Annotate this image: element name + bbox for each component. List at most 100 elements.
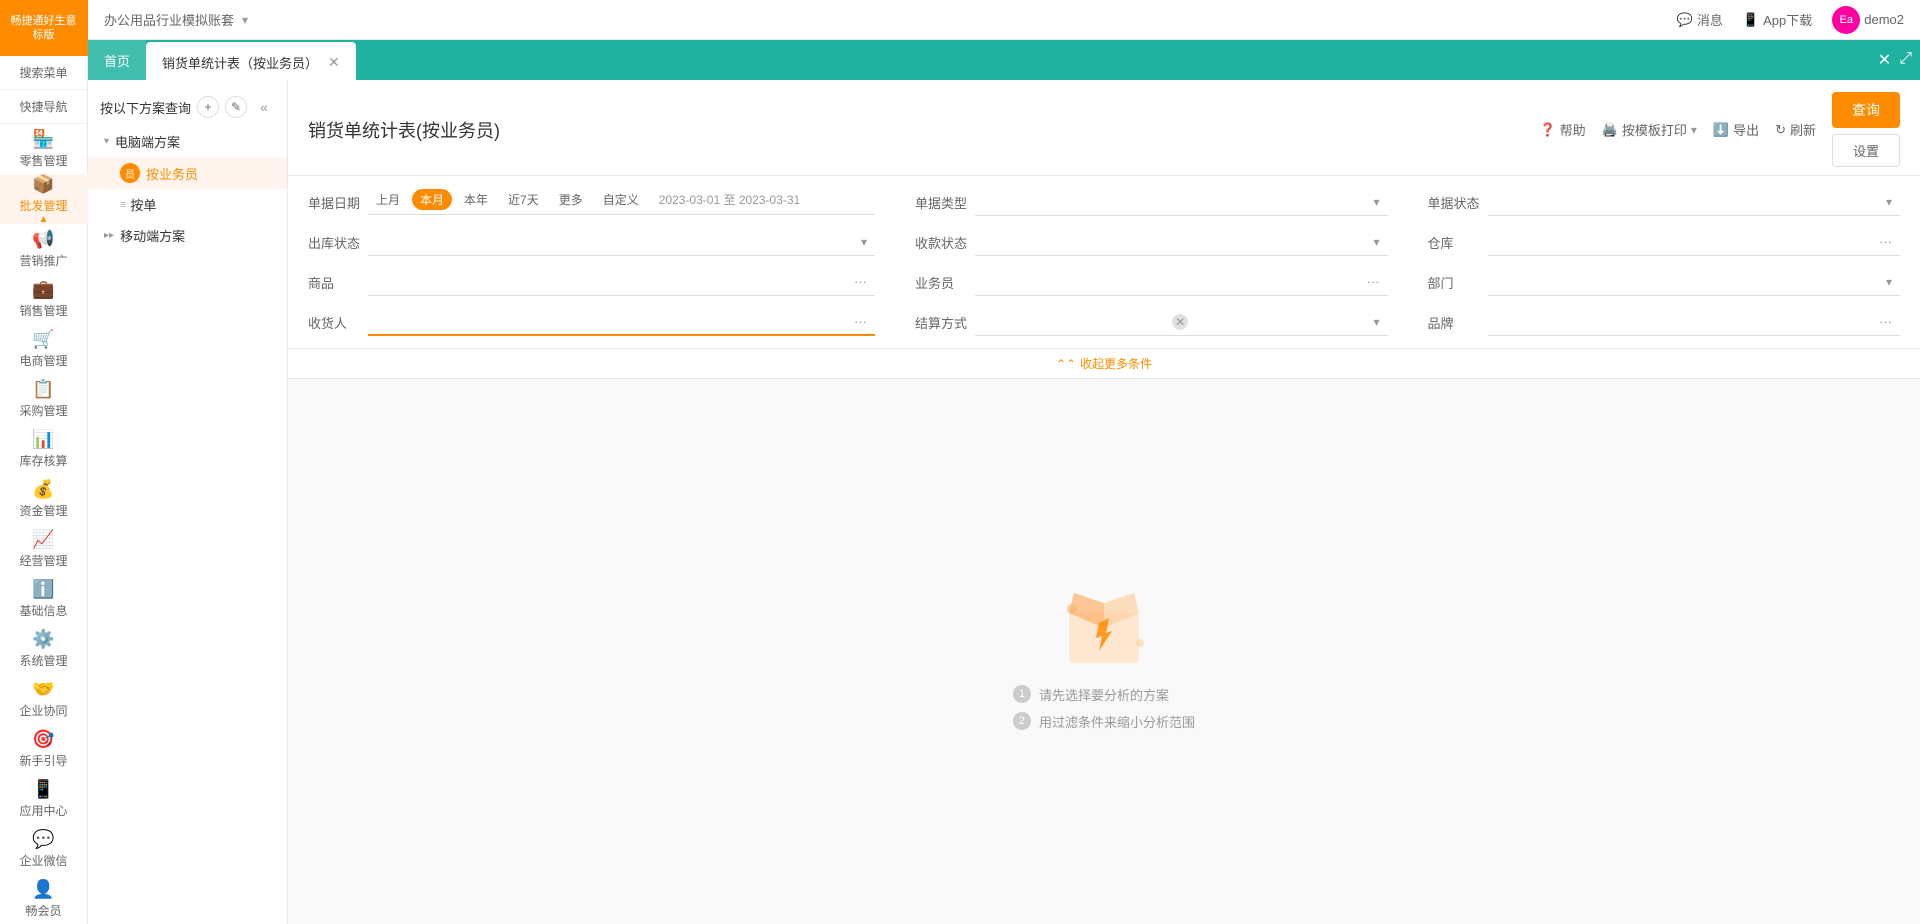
- export-label: 导出: [1733, 120, 1759, 139]
- sidebar-item-wholesale[interactable]: 📦 批发管理 ▲: [0, 174, 88, 224]
- help-btn[interactable]: ❓ 帮助: [1539, 120, 1585, 139]
- edit-scheme-btn[interactable]: ✎: [225, 96, 247, 118]
- sidebar-item-marketing[interactable]: 📢 营销推广: [0, 224, 88, 274]
- filter-row-2: 出库状态 收款状态: [308, 228, 1900, 256]
- newuser-icon: 🎯: [32, 729, 54, 750]
- filter-receiver: 收货人 ···: [308, 308, 875, 336]
- date-7days[interactable]: 近7天: [500, 189, 547, 210]
- wechat-label: 企业微信: [19, 852, 67, 869]
- sidebar-item-inventory[interactable]: 📊 库存核算: [0, 424, 88, 474]
- retail-icon: 🏪: [32, 129, 54, 150]
- topbar-dropdown-icon[interactable]: [242, 12, 248, 27]
- right-panel: 销货单统计表(按业务员) ❓ 帮助 🖨️ 按模板打印 ⬇️ 导出: [288, 80, 1920, 924]
- print-btn[interactable]: 🖨️ 按模板打印: [1602, 120, 1697, 139]
- settlement-clear-btn[interactable]: ✕: [1172, 314, 1188, 330]
- active-scheme-label: 按业务员: [146, 164, 198, 183]
- empty-tip-2: 2 用过滤条件来缩小分析范围: [1013, 712, 1195, 731]
- date-this-month[interactable]: 本月: [412, 189, 452, 210]
- collapse-label: 收起更多条件: [1080, 355, 1152, 372]
- query-button[interactable]: 查询: [1832, 92, 1900, 128]
- tree-desktop-scheme[interactable]: ▾ 电脑端方案: [88, 126, 287, 157]
- doc-status-chevron: [1886, 194, 1892, 209]
- tab-close-icon[interactable]: ✕: [328, 54, 340, 71]
- tree-sub-scheme[interactable]: ≡ 按单: [88, 189, 287, 220]
- app-download-btn[interactable]: 📱 App下载: [1743, 10, 1812, 29]
- filter-row-1: 单据日期 上月 本月 本年 近7天 更多 自定义 2023-03-01 至 20…: [308, 188, 1900, 216]
- tab-minimize-icon[interactable]: ✕: [1878, 50, 1891, 70]
- sidebar-nav-label[interactable]: 快捷导航: [0, 90, 88, 124]
- sidebar: 畅捷通好生意 标版 搜索菜单 快捷导航 🏪 零售管理 📦 批发管理 ▲ 📢 营销…: [0, 0, 88, 924]
- settlement-select[interactable]: ✕: [975, 308, 1388, 336]
- settlement-chevron: [1373, 314, 1379, 329]
- tab-home[interactable]: 首页: [88, 40, 146, 80]
- refresh-btn[interactable]: ↻ 刷新: [1775, 120, 1816, 139]
- brand-dots: ···: [1879, 314, 1892, 329]
- add-icon: +: [204, 100, 211, 114]
- wholesale-label: 批发管理: [19, 197, 67, 214]
- tip-num-2: 2: [1013, 712, 1031, 730]
- sidebar-item-ecommerce[interactable]: 🛒 电商管理: [0, 324, 88, 374]
- print-dropdown-icon[interactable]: [1691, 122, 1697, 137]
- sidebar-item-newuser[interactable]: 🎯 新手引导: [0, 724, 88, 774]
- tip-num-1: 1: [1013, 685, 1031, 703]
- collapse-filters-btn[interactable]: ⌃⌃ 收起更多条件: [288, 349, 1920, 379]
- settlement-label: 结算方式: [915, 313, 975, 332]
- date-more[interactable]: 更多: [551, 189, 591, 210]
- tree-mobile-scheme[interactable]: ▸ 移动端方案: [88, 220, 287, 251]
- left-panel-header: 按以下方案查询 + ✎ «: [88, 88, 287, 126]
- print-icon: 🖨️: [1602, 122, 1618, 138]
- sidebar-item-operation[interactable]: 📈 经营管理: [0, 524, 88, 574]
- sidebar-item-basic[interactable]: ℹ️ 基础信息: [0, 574, 88, 624]
- brand-select[interactable]: ···: [1488, 308, 1901, 336]
- sidebar-search-label[interactable]: 搜索菜单: [0, 56, 88, 90]
- receiver-dots: ···: [854, 314, 867, 329]
- user-area[interactable]: Ea demo2: [1832, 6, 1904, 34]
- sidebar-item-finance[interactable]: 💰 资金管理: [0, 474, 88, 524]
- date-last-month[interactable]: 上月: [368, 189, 408, 210]
- filter-area: 单据日期 上月 本月 本年 近7天 更多 自定义 2023-03-01 至 20…: [288, 176, 1920, 349]
- left-panel-title: 按以下方案查询: [100, 98, 191, 117]
- collapse-arrow-icon: ⌃⌃: [1056, 357, 1076, 371]
- export-btn[interactable]: ⬇️ 导出: [1713, 120, 1759, 139]
- tab-maximize-icon[interactable]: ⤢: [1899, 50, 1912, 70]
- print-label: 按模板打印: [1622, 120, 1687, 139]
- salesperson-select[interactable]: ···: [975, 268, 1388, 296]
- purchase-icon: 📋: [32, 379, 54, 400]
- app-logo[interactable]: 畅捷通好生意 标版: [0, 0, 88, 56]
- sidebar-item-enterprise[interactable]: 🤝 企业协同: [0, 674, 88, 724]
- add-scheme-btn[interactable]: +: [197, 96, 219, 118]
- goods-dots: ···: [854, 274, 867, 289]
- tree-active-scheme[interactable]: 员 按业务员: [88, 157, 287, 189]
- sidebar-item-member[interactable]: 👤 畅会员: [0, 874, 88, 924]
- payment-status-select[interactable]: [975, 228, 1388, 256]
- doc-type-chevron: [1373, 194, 1379, 209]
- sidebar-item-retail[interactable]: 🏪 零售管理: [0, 124, 88, 174]
- filter-doc-type: 单据类型: [915, 188, 1388, 216]
- date-custom[interactable]: 自定义: [595, 189, 647, 210]
- sidebar-item-sales[interactable]: 💼 销售管理: [0, 274, 88, 324]
- collapse-panel-btn[interactable]: «: [253, 96, 275, 118]
- date-this-year[interactable]: 本年: [456, 189, 496, 210]
- doc-status-select[interactable]: [1488, 188, 1901, 216]
- out-status-select[interactable]: [368, 228, 875, 256]
- sidebar-item-system[interactable]: ⚙️ 系统管理: [0, 624, 88, 674]
- settings-button[interactable]: 设置: [1832, 134, 1900, 167]
- tab-report[interactable]: 销货单统计表（按业务员） ✕: [146, 42, 356, 82]
- warehouse-dots: ···: [1879, 234, 1892, 249]
- filter-goods: 商品 ···: [308, 268, 875, 296]
- empty-illustration: [1044, 573, 1164, 673]
- message-btn[interactable]: 💬 消息: [1677, 10, 1723, 29]
- ecommerce-icon: 🛒: [32, 329, 54, 350]
- warehouse-select[interactable]: ···: [1488, 228, 1901, 256]
- sidebar-item-purchase[interactable]: 📋 采购管理: [0, 374, 88, 424]
- receiver-input[interactable]: ···: [368, 308, 875, 336]
- department-select[interactable]: [1488, 268, 1901, 296]
- sidebar-item-apps[interactable]: 📱 应用中心: [0, 774, 88, 824]
- department-label: 部门: [1428, 273, 1488, 292]
- sidebar-item-wechat[interactable]: 💬 企业微信: [0, 824, 88, 874]
- page-header: 销货单统计表(按业务员) ❓ 帮助 🖨️ 按模板打印 ⬇️ 导出: [288, 80, 1920, 176]
- salesperson-dots: ···: [1367, 274, 1380, 289]
- doc-type-select[interactable]: [975, 188, 1388, 216]
- tree-desktop-label: 电脑端方案: [115, 132, 180, 151]
- goods-select[interactable]: ···: [368, 268, 875, 296]
